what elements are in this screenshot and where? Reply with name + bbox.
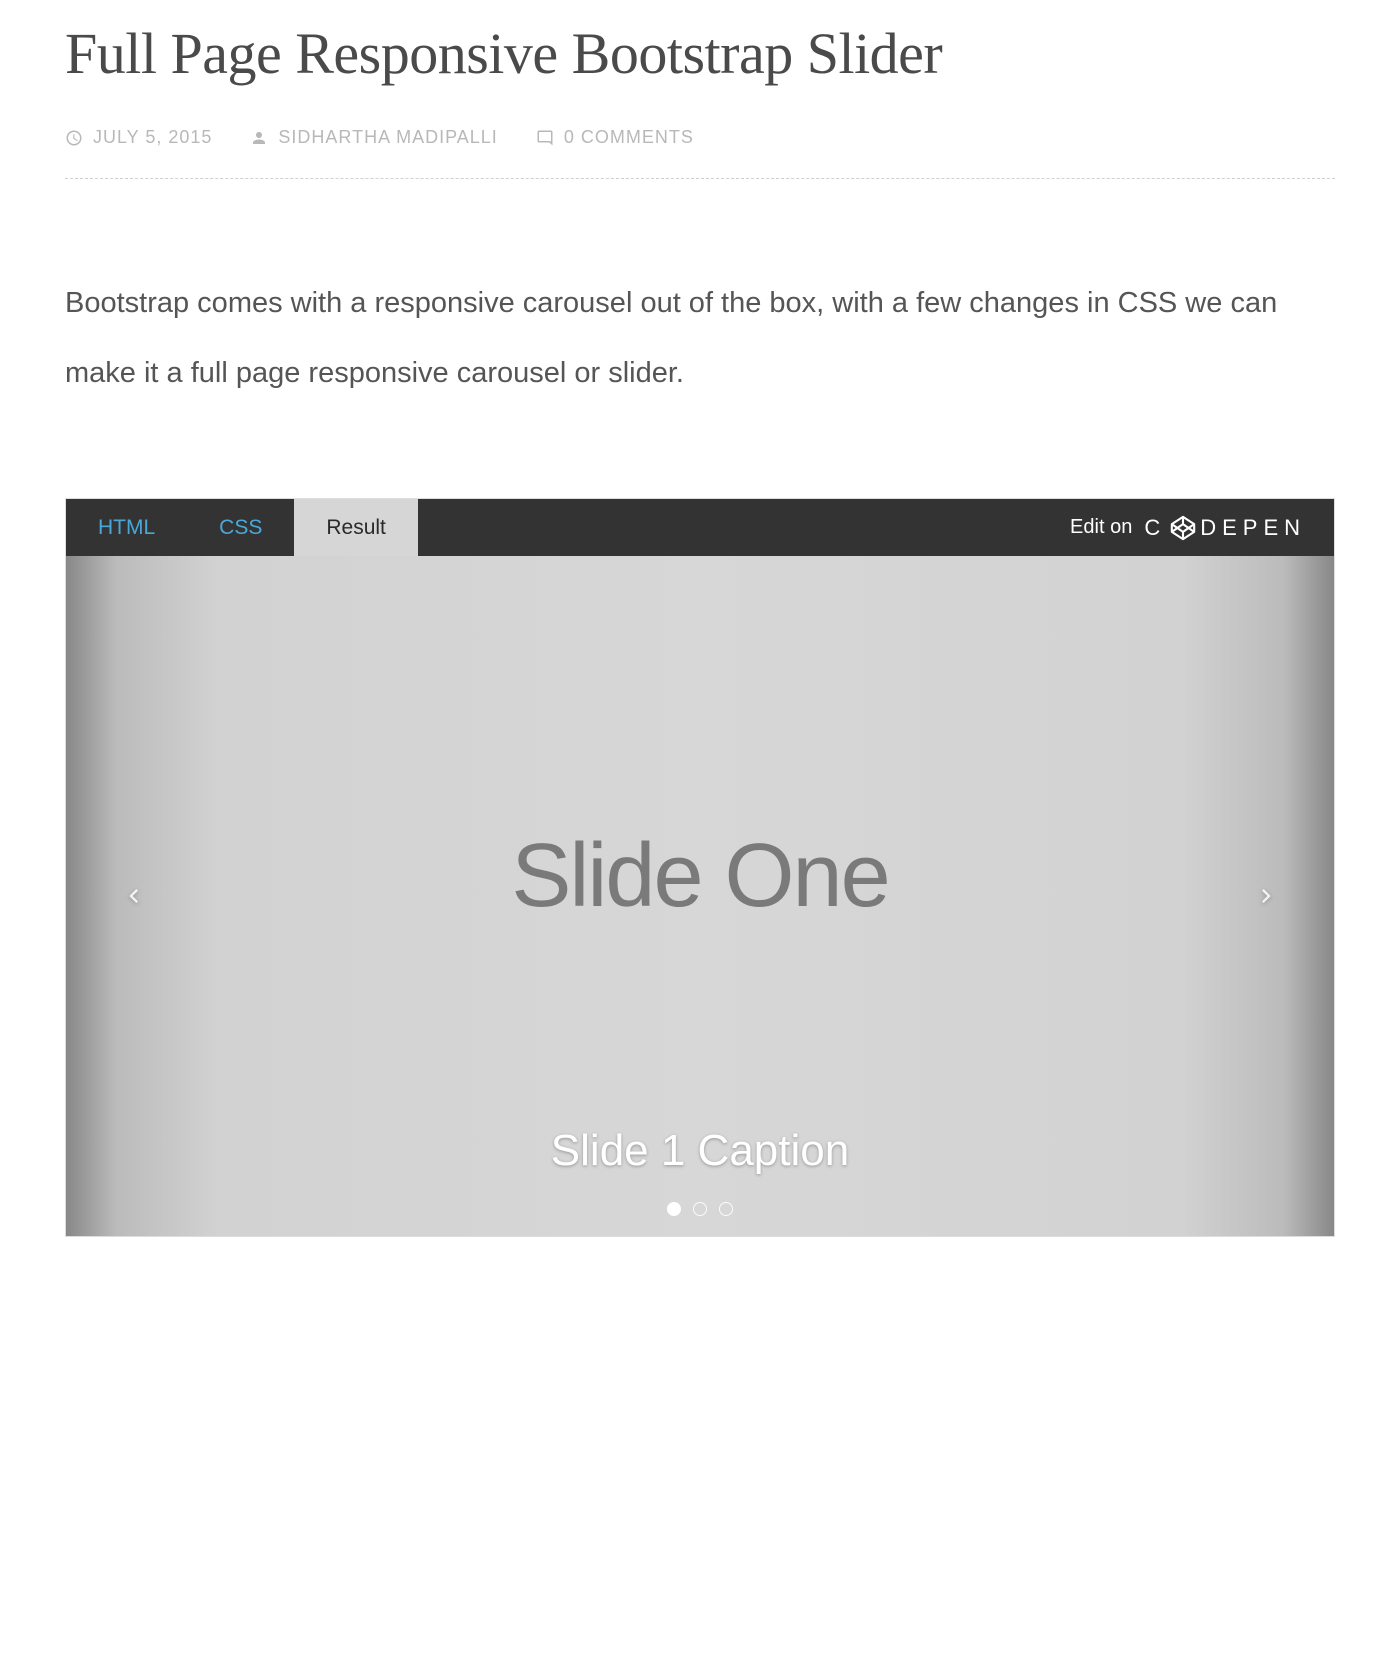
- meta-author[interactable]: SIDHARTHA MADIPALLI: [250, 127, 497, 148]
- carousel-prev-button[interactable]: [114, 876, 154, 916]
- codepen-edit-link[interactable]: Edit on C DEPEN: [1070, 499, 1334, 556]
- article-container: Full Page Responsive Bootstrap Slider JU…: [0, 0, 1400, 1237]
- carousel-next-button[interactable]: [1246, 876, 1286, 916]
- tab-html[interactable]: HTML: [66, 499, 187, 556]
- logo-c: C: [1144, 515, 1166, 541]
- codepen-embed: HTML CSS Result Edit on C DEPEN: [65, 498, 1335, 1237]
- article-meta: JULY 5, 2015 SIDHARTHA MADIPALLI 0 COMME…: [65, 127, 1335, 179]
- clock-icon: [65, 129, 83, 147]
- carousel-indicators: [667, 1202, 733, 1216]
- chevron-left-icon: [120, 882, 148, 910]
- codepen-header: HTML CSS Result Edit on C DEPEN: [66, 499, 1334, 556]
- meta-date[interactable]: JULY 5, 2015: [65, 127, 212, 148]
- carousel-indicator-2[interactable]: [693, 1202, 707, 1216]
- meta-date-text: JULY 5, 2015: [93, 127, 212, 148]
- carousel-indicator-1[interactable]: [667, 1202, 681, 1216]
- article-body: Bootstrap comes with a responsive carous…: [65, 269, 1335, 408]
- meta-comments[interactable]: 0 COMMENTS: [536, 127, 694, 148]
- user-icon: [250, 129, 268, 147]
- slide-title: Slide One: [511, 825, 888, 928]
- chevron-right-icon: [1252, 882, 1280, 910]
- carousel-indicator-3[interactable]: [719, 1202, 733, 1216]
- tab-result[interactable]: Result: [294, 499, 418, 556]
- codepen-icon: [1170, 515, 1196, 541]
- meta-author-text: SIDHARTHA MADIPALLI: [278, 127, 497, 148]
- tab-css[interactable]: CSS: [187, 499, 294, 556]
- meta-comments-text: 0 COMMENTS: [564, 127, 694, 148]
- codepen-result-panel: Slide One Slide 1 Caption: [66, 556, 1334, 1236]
- comment-icon: [536, 129, 554, 147]
- article-title: Full Page Responsive Bootstrap Slider: [65, 20, 1335, 87]
- edit-on-label: Edit on: [1070, 516, 1132, 539]
- logo-depen: DEPEN: [1200, 515, 1306, 541]
- codepen-tabs: HTML CSS Result: [66, 499, 418, 556]
- carousel-caption: Slide 1 Caption: [551, 1126, 849, 1176]
- codepen-logo: C DEPEN: [1144, 515, 1306, 541]
